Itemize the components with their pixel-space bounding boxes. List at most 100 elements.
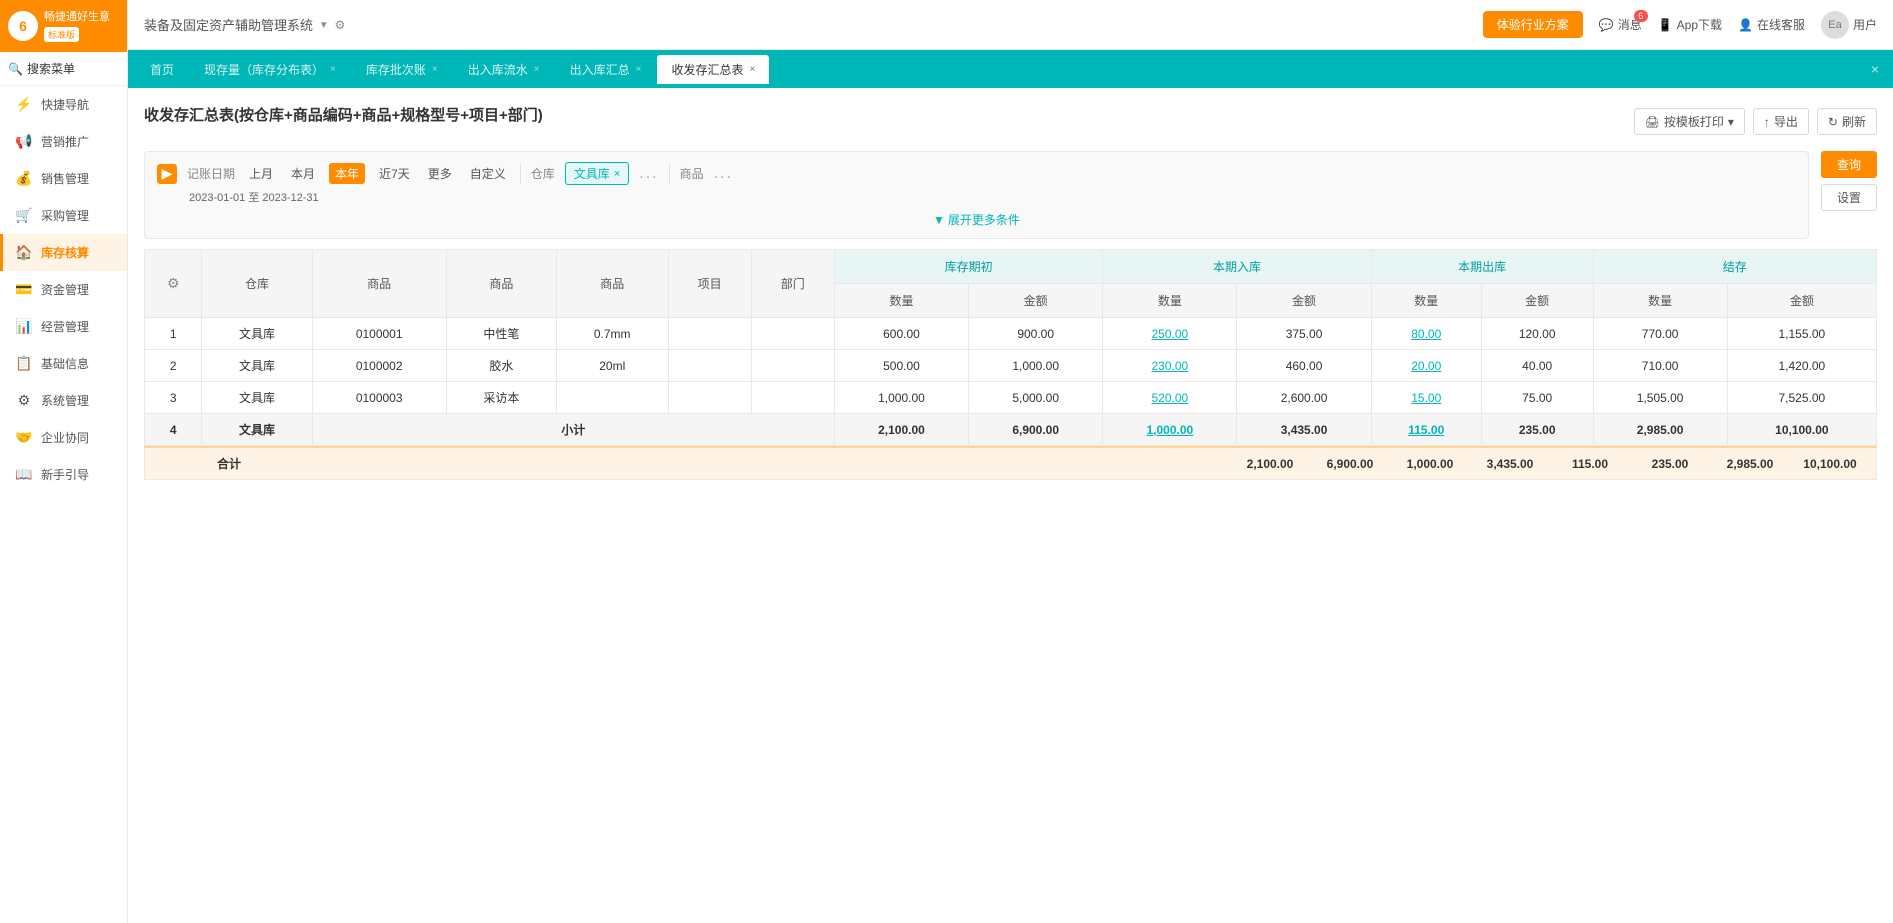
commodity-label: 商品 xyxy=(680,165,704,182)
th-opening-group: 库存期初 xyxy=(834,250,1102,284)
cell-out-qty[interactable]: 15.00 xyxy=(1371,382,1481,414)
th-balance-group: 结存 xyxy=(1593,250,1876,284)
cell-warehouse: 文具库 xyxy=(202,382,312,414)
cell-name: 采访本 xyxy=(446,382,556,414)
query-btn[interactable]: 查询 xyxy=(1821,151,1877,178)
sidebar-item-quick-nav[interactable]: ⚡ 快捷导航 xyxy=(0,86,127,123)
cell-out-qty[interactable]: 80.00 xyxy=(1371,318,1481,350)
table-settings-icon[interactable]: ⚙ xyxy=(167,275,180,291)
sidebar-item-guide[interactable]: 📖 新手引导 xyxy=(0,456,127,493)
tab-stock-dist[interactable]: 现存量（库存分布表） × xyxy=(190,55,350,84)
user-action[interactable]: Ea 用户 xyxy=(1821,11,1877,39)
date-custom-btn[interactable]: 自定义 xyxy=(466,163,510,184)
tab-recv-summary-close[interactable]: × xyxy=(749,64,755,75)
tabbar: 首页 现存量（库存分布表） × 库存批次账 × 出入库流水 × 出入库汇总 × … xyxy=(128,50,1893,88)
warehouse-tag-close[interactable]: × xyxy=(614,168,620,180)
th-project: 项目 xyxy=(668,250,751,318)
sidebar-item-marketing[interactable]: 📢 营销推广 xyxy=(0,123,127,160)
quick-nav-icon: ⚡ xyxy=(15,96,33,113)
sidebar-item-purchase[interactable]: 🛒 采购管理 xyxy=(0,197,127,234)
cell-spec xyxy=(556,382,668,414)
print-btn[interactable]: 🖨 按模板打印 ▾ xyxy=(1634,108,1745,135)
th-settings[interactable]: ⚙ xyxy=(145,250,202,318)
filter-toggle-btn[interactable]: ▶ xyxy=(157,164,177,184)
search-menu[interactable]: 🔍 搜索菜单 xyxy=(0,52,127,86)
cell-spec: 20ml xyxy=(556,350,668,382)
sidebar-item-finance[interactable]: 💳 资金管理 xyxy=(0,271,127,308)
date-this-year-btn[interactable]: 本年 xyxy=(329,163,365,184)
th-out-amt: 金额 xyxy=(1481,284,1593,318)
th-in-group: 本期入库 xyxy=(1103,250,1371,284)
sidebar-item-basic-info[interactable]: 📋 基础信息 xyxy=(0,345,127,382)
th-out-qty: 数量 xyxy=(1371,284,1481,318)
online-service-action[interactable]: 👤 在线客服 xyxy=(1738,16,1805,33)
date-more-btn[interactable]: 更多 xyxy=(424,163,456,184)
sidebar-label-operations: 经营管理 xyxy=(41,318,89,335)
tab-inout-summary-close[interactable]: × xyxy=(636,64,642,75)
total-out-qty: 115.00 xyxy=(1550,457,1630,471)
cell-in-qty[interactable]: 250.00 xyxy=(1103,318,1237,350)
tab-inout-flow-close[interactable]: × xyxy=(534,64,540,75)
cell-out-amt: 75.00 xyxy=(1481,382,1593,414)
tab-inout-summary[interactable]: 出入库汇总 × xyxy=(556,55,656,84)
tab-stock-dist-label: 现存量（库存分布表） xyxy=(204,61,324,78)
tab-batch-close[interactable]: × xyxy=(432,64,438,75)
system-dropdown[interactable]: ▾ xyxy=(321,18,327,31)
service-icon: 👤 xyxy=(1738,18,1753,32)
cell-in-qty[interactable]: 230.00 xyxy=(1103,350,1237,382)
app-download-action[interactable]: 📱 App下载 xyxy=(1658,16,1722,33)
search-label: 搜索菜单 xyxy=(27,60,75,77)
sidebar-label-finance: 资金管理 xyxy=(41,281,89,298)
warehouse-more-dots[interactable]: ... xyxy=(639,165,658,183)
date-last-month-btn[interactable]: 上月 xyxy=(245,163,277,184)
cell-out-amt: 40.00 xyxy=(1481,350,1593,382)
commodity-more-dots[interactable]: ... xyxy=(714,165,733,183)
cell-in-qty[interactable]: 520.00 xyxy=(1103,382,1237,414)
cell-opening-amt: 5,000.00 xyxy=(969,382,1103,414)
subtotal-out-qty[interactable]: 115.00 xyxy=(1371,414,1481,446)
total-opening-amt: 6,900.00 xyxy=(1310,457,1390,471)
date-7days-btn[interactable]: 近7天 xyxy=(375,163,414,184)
sidebar-label-basic-info: 基础信息 xyxy=(41,355,89,372)
export-btn[interactable]: ↑ 导出 xyxy=(1753,108,1809,135)
cell-dept xyxy=(751,318,834,350)
tabbar-close-icon[interactable]: × xyxy=(1865,61,1885,77)
th-out-group: 本期出库 xyxy=(1371,250,1593,284)
subtotal-in-qty[interactable]: 1,000.00 xyxy=(1103,414,1237,446)
warehouse-tag[interactable]: 文具库 × xyxy=(565,162,629,185)
tab-batch[interactable]: 库存批次账 × xyxy=(352,55,452,84)
sidebar-item-system[interactable]: ⚙ 系统管理 xyxy=(0,382,127,419)
cell-out-qty[interactable]: 20.00 xyxy=(1371,350,1481,382)
date-this-month-btn[interactable]: 本月 xyxy=(287,163,319,184)
tab-home-label: 首页 xyxy=(150,61,174,78)
expand-more-btn[interactable]: ▼ 展开更多条件 xyxy=(933,211,1020,228)
cell-warehouse: 文具库 xyxy=(202,318,312,350)
experience-btn[interactable]: 体验行业方案 xyxy=(1483,11,1583,38)
total-opening-qty: 2,100.00 xyxy=(1230,457,1310,471)
th-warehouse: 仓库 xyxy=(202,250,312,318)
subtotal-in-amt: 3,435.00 xyxy=(1237,414,1371,446)
sidebar-item-inventory[interactable]: 🏠 库存核算 xyxy=(0,234,127,271)
tab-inout-flow[interactable]: 出入库流水 × xyxy=(454,55,554,84)
total-in-amt: 3,435.00 xyxy=(1470,457,1550,471)
settings-gear-icon[interactable]: ⚙ xyxy=(335,18,346,32)
message-action[interactable]: 💬 消息 6 xyxy=(1599,16,1642,33)
sidebar-label-purchase: 采购管理 xyxy=(41,207,89,224)
cell-code: 0100002 xyxy=(312,350,446,382)
sales-icon: 💰 xyxy=(15,170,33,187)
tab-inout-summary-label: 出入库汇总 xyxy=(570,61,630,78)
refresh-btn[interactable]: ↻ 刷新 xyxy=(1817,108,1877,135)
expand-icon: ▼ xyxy=(933,213,945,227)
cell-index: 2 xyxy=(145,350,202,382)
sidebar-item-operations[interactable]: 📊 经营管理 xyxy=(0,308,127,345)
tab-stock-dist-close[interactable]: × xyxy=(330,64,336,75)
total-label: 合计 xyxy=(199,455,259,472)
tab-home[interactable]: 首页 xyxy=(136,55,188,84)
tab-recv-summary[interactable]: 收发存汇总表 × xyxy=(657,55,769,84)
table-row: 2 文具库 0100002 胶水 20ml 500.00 1,000.00 23… xyxy=(145,350,1877,382)
settings-btn[interactable]: 设置 xyxy=(1821,184,1877,211)
cell-out-amt: 120.00 xyxy=(1481,318,1593,350)
avatar: Ea xyxy=(1821,11,1849,39)
sidebar-item-enterprise[interactable]: 🤝 企业协同 xyxy=(0,419,127,456)
sidebar-item-sales[interactable]: 💰 销售管理 xyxy=(0,160,127,197)
